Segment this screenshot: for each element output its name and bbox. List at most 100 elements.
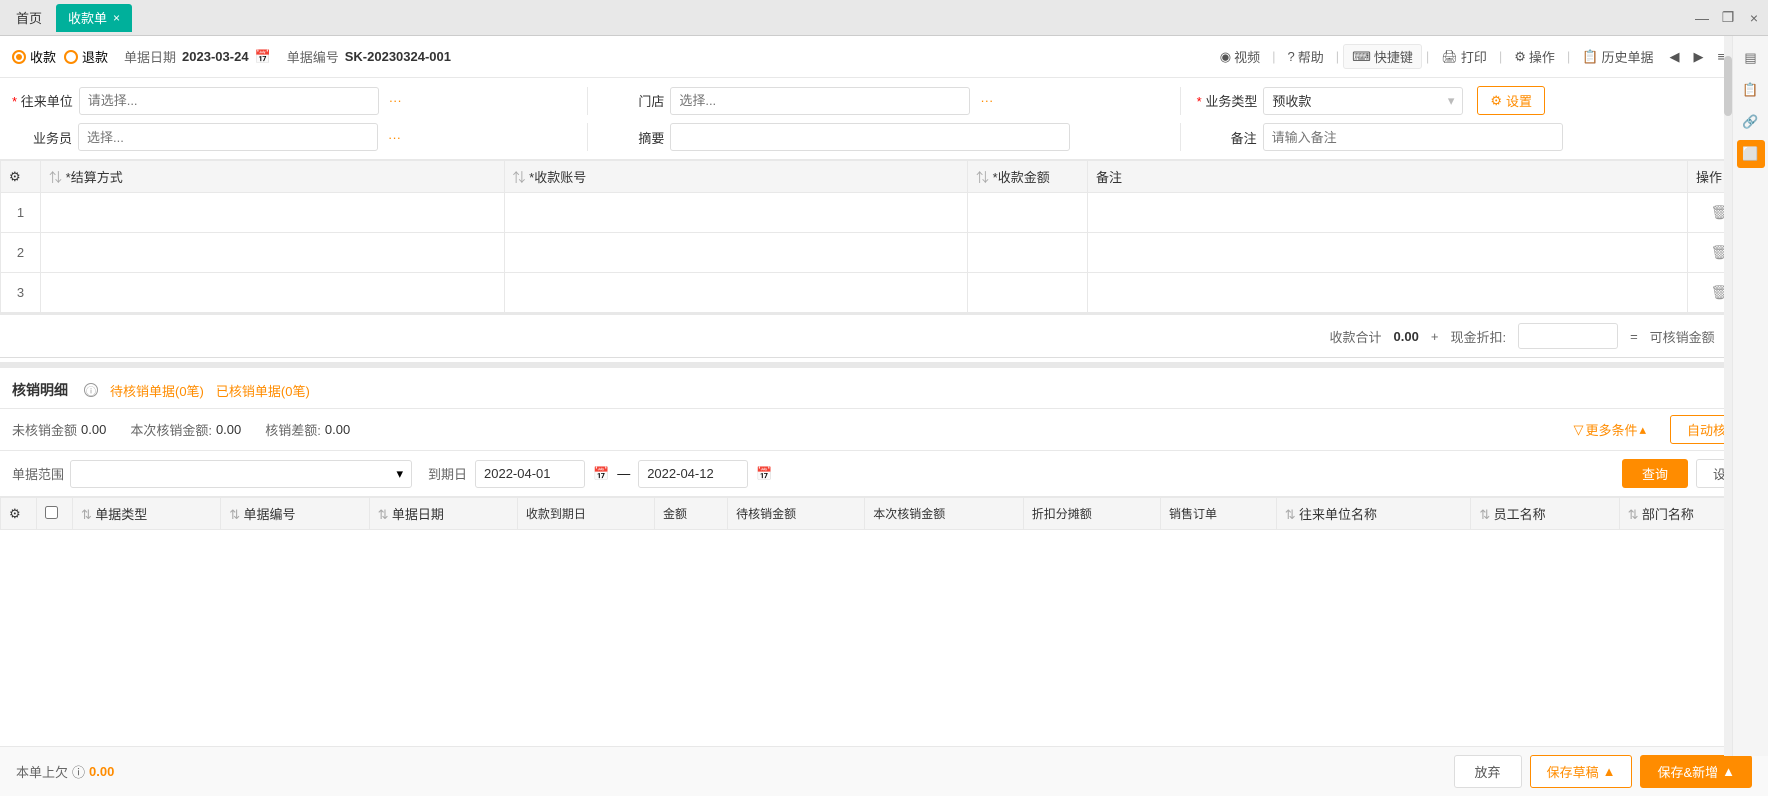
footer: 本单上欠 ⓘ 0.00 放弃 保存草稿 ▲ 保存&新增 ▲ (0, 746, 1768, 796)
calendar-from-icon[interactable]: 📅 (593, 466, 609, 482)
tab-receipt[interactable]: 收款单 × (56, 4, 132, 32)
setting-icon: ⚙ (1490, 93, 1502, 109)
nav-next-btn[interactable]: ▶ (1688, 46, 1710, 68)
store-more-icon[interactable]: ··· (976, 93, 997, 108)
nav-prev-btn[interactable]: ◀ (1664, 46, 1686, 68)
done-tab-link[interactable]: 已核销单据(0笔) (216, 381, 310, 400)
row-2-amount[interactable] (968, 233, 1088, 273)
sort-partner-icon[interactable]: ⇅ (1285, 507, 1296, 522)
range-select[interactable]: ▾ (70, 460, 412, 488)
bottom-settings-icon[interactable]: ⚙ (9, 506, 21, 521)
tab-close-icon[interactable]: × (113, 11, 120, 25)
radio-receipt-label: 收款 (30, 47, 56, 66)
sep1: | (1270, 49, 1277, 64)
discard-button[interactable]: 放弃 (1454, 755, 1522, 788)
sort-icon[interactable]: ⇅ (49, 170, 62, 185)
row-1-account[interactable] (504, 193, 968, 233)
save-draft-button[interactable]: 保存草稿 ▲ (1530, 755, 1633, 788)
business-type-group: * 业务类型 预收款 ▾ ⚙ 设置 (1197, 86, 1756, 115)
due-label: 到期日 (428, 464, 467, 483)
col-settlement-header: ⇅ *结算方式 (41, 161, 505, 193)
row-3-settlement[interactable] (41, 273, 505, 313)
sort-staff-icon[interactable]: ⇅ (1479, 507, 1490, 522)
row-3-amount[interactable] (968, 273, 1088, 313)
toolbar-help[interactable]: ? 帮助 (1280, 44, 1332, 69)
business-type-select[interactable]: 预收款 ▾ (1263, 87, 1463, 115)
print-label: 打印 (1461, 47, 1487, 66)
calendar-icon[interactable]: 📅 (255, 49, 271, 65)
table-settings-icon[interactable]: ⚙ (9, 169, 21, 184)
col-checkbox-header[interactable] (37, 498, 73, 530)
plus-label: + (1431, 329, 1439, 344)
radio-receipt[interactable]: 收款 (12, 47, 56, 66)
shortcut-label: 快捷键 (1374, 47, 1413, 66)
form-type-group: 收款 退款 (12, 47, 108, 66)
date-value[interactable]: 2023-03-24 (182, 49, 249, 64)
calendar-to-icon[interactable]: 📅 (756, 466, 772, 482)
staff-more-icon[interactable]: ··· (384, 130, 405, 145)
toolbar-operation[interactable]: ⚙ 操作 (1506, 44, 1563, 69)
save-new-button[interactable]: 保存&新增 ▲ (1640, 755, 1752, 788)
date-from-input[interactable] (475, 460, 585, 488)
setting-button[interactable]: ⚙ 设置 (1477, 86, 1545, 115)
row-3-remark[interactable] (1088, 273, 1688, 313)
number-value: SK-20230324-001 (345, 49, 451, 64)
header-number-field: 单据编号 SK-20230324-001 (287, 47, 451, 66)
radio-refund[interactable]: 退款 (64, 47, 108, 66)
partner-more-icon[interactable]: ··· (385, 93, 406, 108)
row-2-settlement[interactable] (41, 233, 505, 273)
window-close-btn[interactable]: × (1744, 8, 1764, 28)
sort-type-icon[interactable]: ⇅ (81, 507, 92, 522)
col-settings-bottom[interactable]: ⚙ (1, 498, 37, 530)
discount-input[interactable] (1518, 323, 1618, 349)
help-icon: ? (1288, 49, 1295, 64)
pending-tab-link[interactable]: 待核销单据(0笔) (110, 381, 204, 400)
more-conditions-btn[interactable]: ▽ 更多条件 (1573, 420, 1646, 439)
toolbar-history[interactable]: 📋 历史单据 (1574, 44, 1661, 69)
tab-home[interactable]: 首页 (4, 4, 54, 32)
summary-input[interactable] (670, 123, 1070, 151)
row-1-amount[interactable] (968, 193, 1088, 233)
query-button[interactable]: 查询 (1622, 459, 1688, 488)
scrollbar-track (1724, 36, 1732, 756)
row-2-remark[interactable] (1088, 233, 1688, 273)
staff-input[interactable] (78, 123, 378, 151)
select-all-checkbox[interactable] (45, 506, 58, 519)
number-label: 单据编号 (287, 47, 339, 66)
toolbar-print[interactable]: 🖨 打印 (1433, 44, 1495, 69)
sidebar-icon-3[interactable]: 🔗 (1737, 108, 1765, 136)
footer-info-icon[interactable]: ⓘ (72, 762, 85, 781)
sidebar-icon-4[interactable]: ⬜ (1737, 140, 1765, 168)
store-input[interactable] (670, 87, 970, 115)
window-restore-btn[interactable]: ❐ (1718, 8, 1738, 28)
offset-info-icon[interactable]: ⓘ (84, 383, 98, 397)
remark-input[interactable] (1263, 123, 1563, 151)
sort-num-icon[interactable]: ⇅ (229, 507, 240, 522)
save-new-label: 保存&新增 (1657, 762, 1718, 781)
col-settings-header[interactable]: ⚙ (1, 161, 41, 193)
date-to-input[interactable] (638, 460, 748, 488)
partner-input[interactable] (79, 87, 379, 115)
row-1-settlement[interactable] (41, 193, 505, 233)
footer-info-value: 0.00 (89, 764, 114, 779)
toolbar-shortcut[interactable]: ⌨ 快捷键 (1343, 44, 1422, 69)
row-3-account[interactable] (504, 273, 968, 313)
sidebar-icon-2[interactable]: 📋 (1737, 76, 1765, 104)
sort-icon-3[interactable]: ⇅ (976, 170, 989, 185)
sep5: | (1565, 49, 1572, 64)
tab-home-label: 首页 (16, 8, 42, 27)
video-icon: ◉ (1220, 49, 1231, 65)
sort-date-icon[interactable]: ⇅ (378, 507, 389, 522)
col-remark-header: 备注 (1088, 161, 1688, 193)
toolbar-video[interactable]: ◉ 视频 (1212, 44, 1268, 69)
filter-row: 单据范围 ▾ 到期日 📅 — 📅 查询 设置 (0, 451, 1768, 497)
unchecked-stat: 未核销金额 0.00 (12, 420, 106, 439)
row-2-account[interactable] (504, 233, 968, 273)
row-1-remark[interactable] (1088, 193, 1688, 233)
sort-dept-icon[interactable]: ⇅ (1628, 507, 1639, 522)
sidebar-icon-1[interactable]: ▤ (1737, 44, 1765, 72)
sort-icon-2[interactable]: ⇅ (513, 170, 526, 185)
toolbar-nav: ◀ ▶ (1664, 46, 1710, 68)
scrollbar-thumb[interactable] (1724, 56, 1732, 116)
window-minimize-btn[interactable]: — (1692, 8, 1712, 28)
